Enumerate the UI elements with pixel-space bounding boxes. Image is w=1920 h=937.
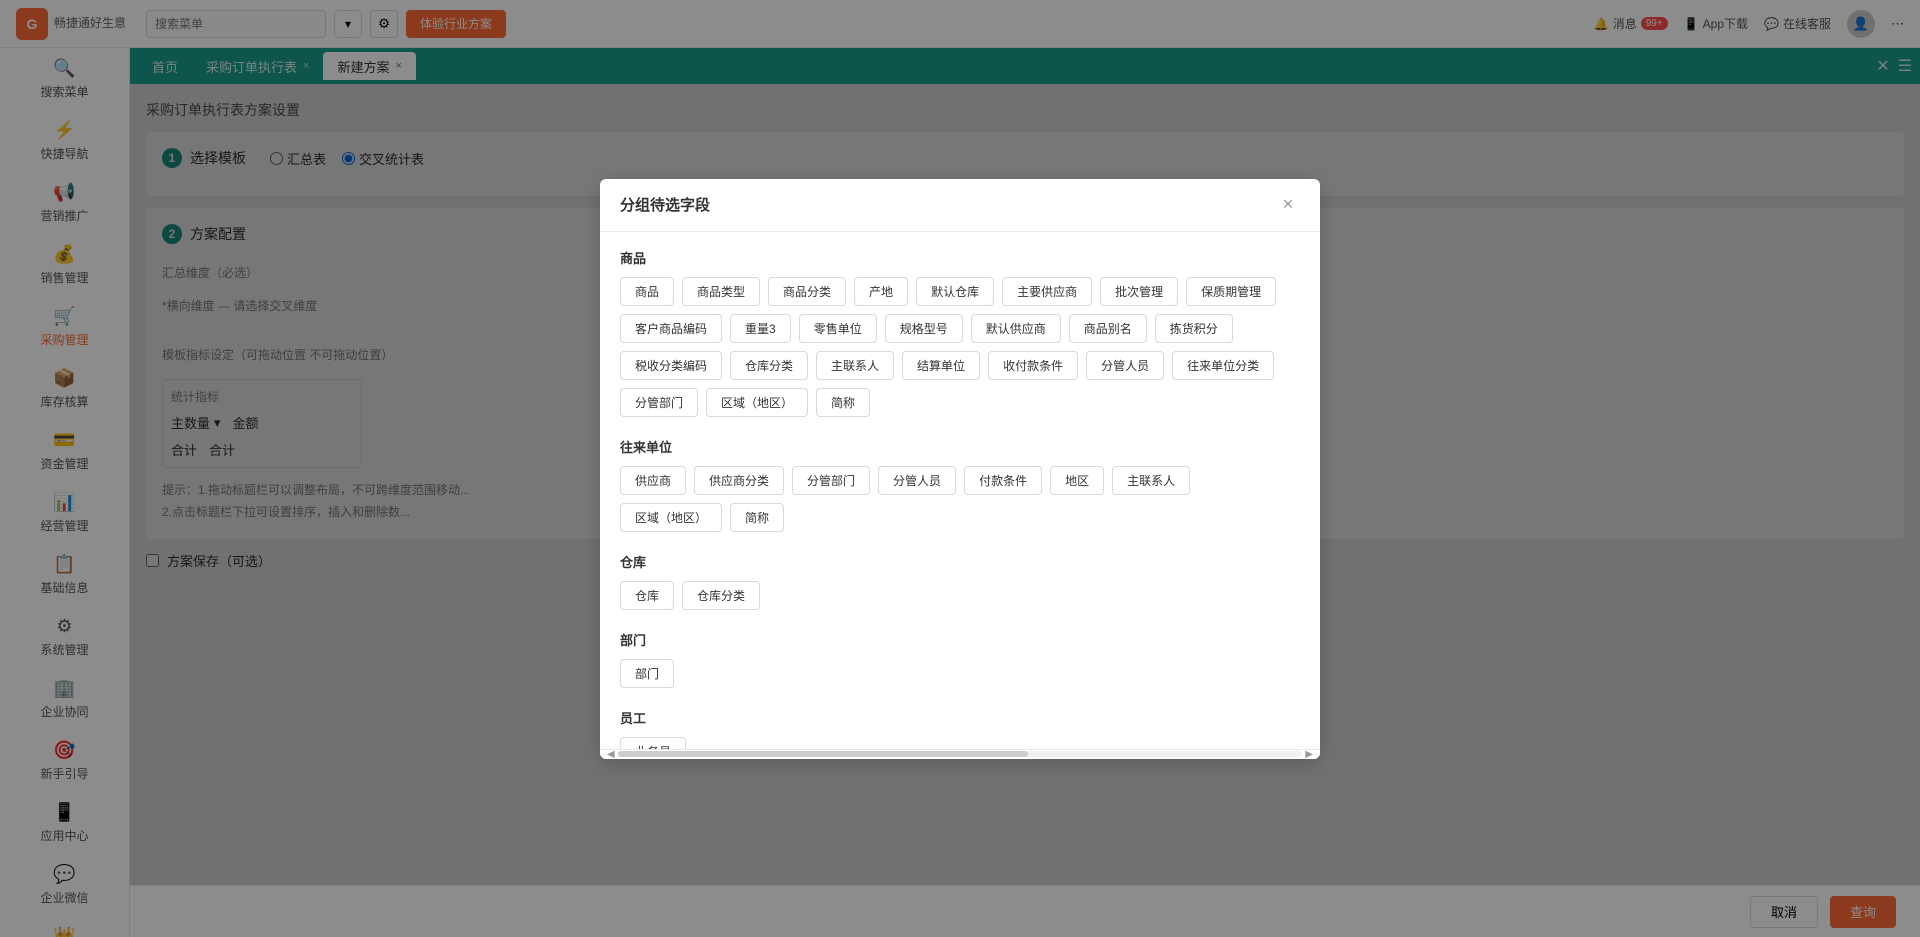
modal-hscroll[interactable]: ◀ ▶ — [600, 749, 1320, 759]
section-employee-tags: 业务员 — [620, 737, 1300, 749]
section-dept-title: 部门 — [620, 630, 1300, 649]
tag-supervisor[interactable]: 分管人员 — [1086, 351, 1164, 380]
tag-supplier[interactable]: 供应商 — [620, 466, 686, 495]
tag-goods-category[interactable]: 商品分类 — [768, 277, 846, 306]
hscroll-track — [618, 751, 1303, 757]
tag-main-supplier[interactable]: 主要供应商 — [1002, 277, 1092, 306]
tag-short-name-partner[interactable]: 简称 — [730, 503, 784, 532]
tag-partner-dept[interactable]: 分管部门 — [792, 466, 870, 495]
tag-partner-supervisor[interactable]: 分管人员 — [878, 466, 956, 495]
tag-warehouse-cat[interactable]: 仓库分类 — [682, 581, 760, 610]
modal-overlay: 分组待选字段 × 商品 商品 商品类型 商品分类 产地 默认仓库 主要供应商 批… — [0, 0, 1920, 937]
tag-payment-condition[interactable]: 付款条件 — [964, 466, 1042, 495]
tag-default-warehouse[interactable]: 默认仓库 — [916, 277, 994, 306]
section-goods-tags: 商品 商品类型 商品分类 产地 默认仓库 主要供应商 批次管理 保质期管理 客户… — [620, 277, 1300, 417]
tag-pick-points[interactable]: 拣货积分 — [1155, 314, 1233, 343]
section-warehouse: 仓库 仓库 仓库分类 — [620, 552, 1300, 610]
hscroll-right-arrow[interactable]: ▶ — [1302, 749, 1316, 760]
modal-body[interactable]: 商品 商品 商品类型 商品分类 产地 默认仓库 主要供应商 批次管理 保质期管理… — [600, 232, 1320, 749]
section-partner: 往来单位 供应商 供应商分类 分管部门 分管人员 付款条件 地区 主联系人 区域… — [620, 437, 1300, 532]
tag-main-contact[interactable]: 主联系人 — [816, 351, 894, 380]
tag-short-name-goods[interactable]: 简称 — [816, 388, 870, 417]
tag-supplier-category[interactable]: 供应商分类 — [694, 466, 784, 495]
tag-batch-mgmt[interactable]: 批次管理 — [1100, 277, 1178, 306]
section-goods: 商品 商品 商品类型 商品分类 产地 默认仓库 主要供应商 批次管理 保质期管理… — [620, 248, 1300, 417]
tag-region-area[interactable]: 区域（地区） — [620, 503, 722, 532]
modal-header: 分组待选字段 × — [600, 179, 1320, 232]
section-partner-title: 往来单位 — [620, 437, 1300, 456]
tag-retail-unit[interactable]: 零售单位 — [799, 314, 877, 343]
tag-customer-code[interactable]: 客户商品编码 — [620, 314, 722, 343]
tag-tax-code[interactable]: 税收分类编码 — [620, 351, 722, 380]
section-warehouse-title: 仓库 — [620, 552, 1300, 571]
section-warehouse-tags: 仓库 仓库分类 — [620, 581, 1300, 610]
section-employee: 员工 业务员 — [620, 708, 1300, 749]
tag-weight3[interactable]: 重量3 — [730, 314, 791, 343]
section-partner-tags: 供应商 供应商分类 分管部门 分管人员 付款条件 地区 主联系人 区域（地区） … — [620, 466, 1300, 532]
tag-warehouse-category[interactable]: 仓库分类 — [730, 351, 808, 380]
section-goods-title: 商品 — [620, 248, 1300, 267]
tag-goods-type[interactable]: 商品类型 — [682, 277, 760, 306]
section-employee-title: 员工 — [620, 708, 1300, 727]
tag-salesperson[interactable]: 业务员 — [620, 737, 686, 749]
modal-title: 分组待选字段 — [620, 194, 710, 215]
tag-goods-alias[interactable]: 商品别名 — [1069, 314, 1147, 343]
tag-origin[interactable]: 产地 — [854, 277, 908, 306]
section-dept-tags: 部门 — [620, 659, 1300, 688]
tag-main-contact-partner[interactable]: 主联系人 — [1112, 466, 1190, 495]
section-dept: 部门 部门 — [620, 630, 1300, 688]
field-select-modal: 分组待选字段 × 商品 商品 商品类型 商品分类 产地 默认仓库 主要供应商 批… — [600, 179, 1320, 759]
tag-spec-model[interactable]: 规格型号 — [885, 314, 963, 343]
tag-settlement-unit[interactable]: 结算单位 — [902, 351, 980, 380]
tag-expiry-mgmt[interactable]: 保质期管理 — [1186, 277, 1276, 306]
hscroll-thumb — [618, 751, 1029, 757]
tag-default-supplier[interactable]: 默认供应商 — [971, 314, 1061, 343]
tag-partner-category[interactable]: 往来单位分类 — [1172, 351, 1274, 380]
tag-goods[interactable]: 商品 — [620, 277, 674, 306]
tag-region-goods[interactable]: 区域（地区） — [706, 388, 808, 417]
hscroll-left-arrow[interactable]: ◀ — [604, 749, 618, 760]
tag-warehouse[interactable]: 仓库 — [620, 581, 674, 610]
tag-payment-terms[interactable]: 收付款条件 — [988, 351, 1078, 380]
tag-dept-managed[interactable]: 分管部门 — [620, 388, 698, 417]
tag-region-partner[interactable]: 地区 — [1050, 466, 1104, 495]
tag-dept[interactable]: 部门 — [620, 659, 674, 688]
modal-close-button[interactable]: × — [1276, 193, 1300, 217]
